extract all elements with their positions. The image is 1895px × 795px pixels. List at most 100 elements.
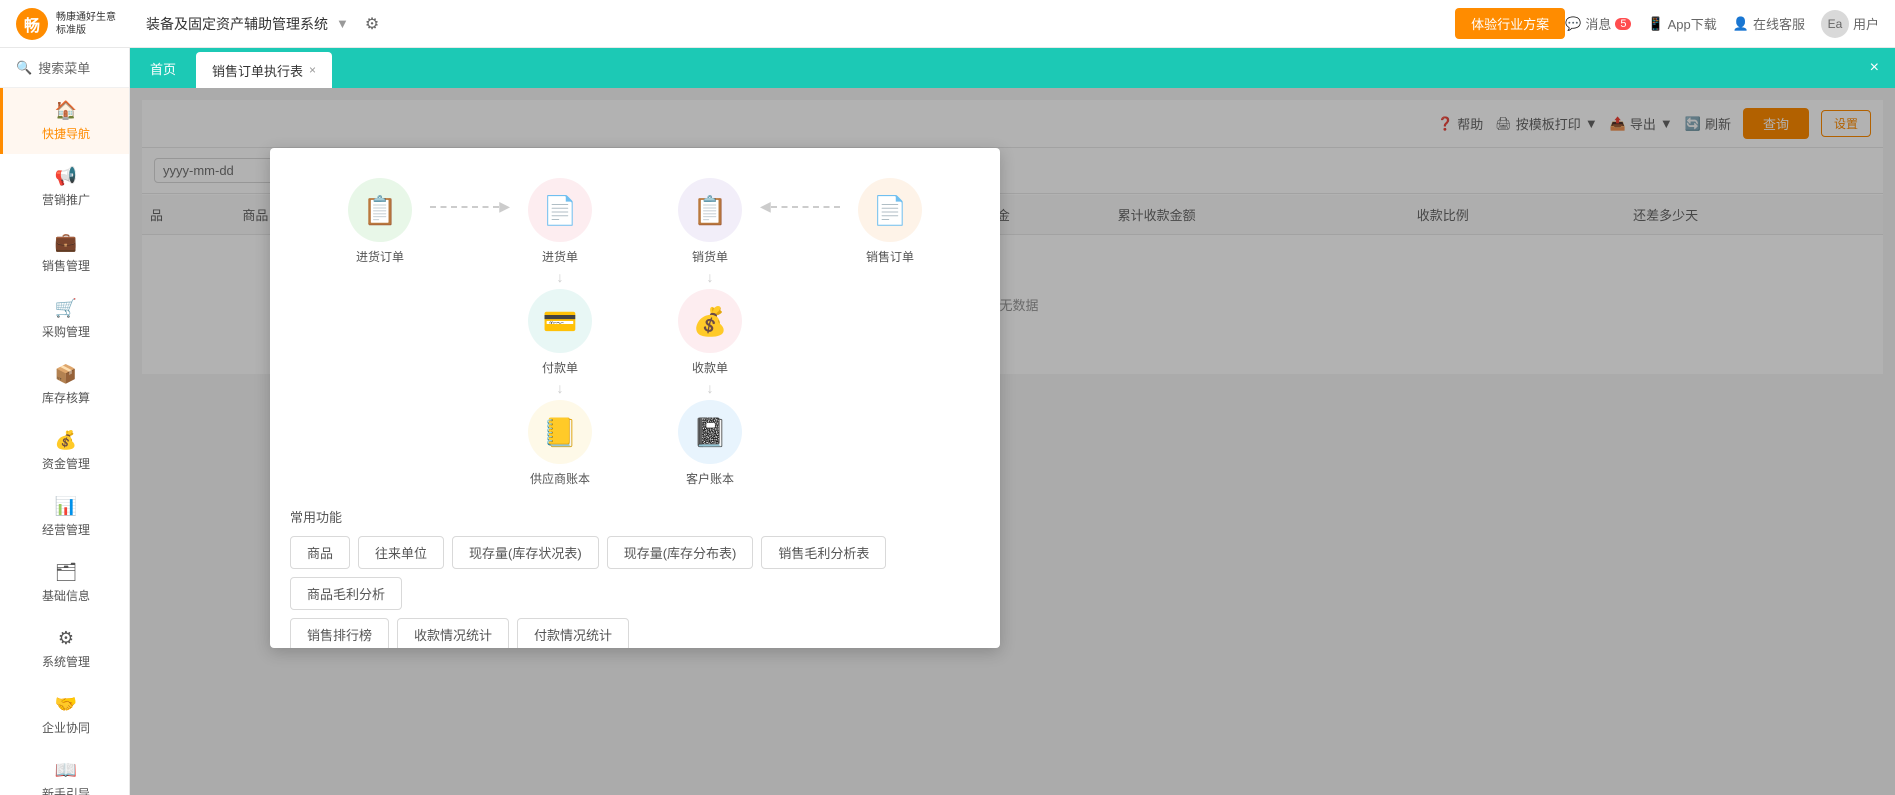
sales-order-node[interactable]: 📄 销售订单 (840, 178, 940, 265)
spacer3-mid (610, 376, 660, 400)
content-area: 首页 销售订单执行表 × × ❓ 帮助 (130, 48, 1895, 795)
search-icon: 🔍 (16, 60, 32, 76)
user-item[interactable]: Ea 用户 (1821, 10, 1879, 38)
sales-order-icon: 📄 (873, 194, 908, 227)
arrow-down-row: ↓ ↓ (310, 265, 960, 289)
sales-bill-node[interactable]: 📋 销货单 (660, 178, 760, 265)
func-btn-partner[interactable]: 往来单位 (358, 536, 444, 569)
sidebar-item-label-6: 经营管理 (42, 521, 90, 538)
logo-icon: 畅 (16, 8, 48, 40)
down-arrow-receipt: ↓ (660, 265, 760, 289)
receipt-node[interactable]: 💰 收款单 (660, 289, 760, 376)
customer-ledger-node[interactable]: 📓 客户账本 (660, 400, 760, 487)
tab-close-main[interactable]: × (1854, 48, 1895, 88)
app-download-item[interactable]: 📱 App下载 (1647, 14, 1716, 33)
func-btn-payment-stats[interactable]: 付款情况统计 (517, 618, 629, 648)
online-service-label: 在线客服 (1753, 14, 1805, 33)
func-btn-product-margin[interactable]: 商品毛利分析 (290, 577, 402, 610)
sidebar-item-label-8: 系统管理 (42, 653, 90, 670)
service-icon: 👤 (1733, 16, 1749, 32)
finance-icon: 💰 (55, 430, 77, 451)
spacer-mid (610, 265, 660, 289)
tab-home[interactable]: 首页 (130, 48, 196, 88)
tab-bar: 首页 销售订单执行表 × × (130, 48, 1895, 88)
spacer3-right (760, 376, 940, 400)
func-btn-sales-rank[interactable]: 销售排行榜 (290, 618, 389, 648)
user-name: 用户 (1853, 14, 1879, 33)
func-buttons-row-1: 商品 往来单位 现存量(库存状况表) 现存量(库存分布表) 销售毛利分析表 商品… (290, 536, 980, 610)
app-download-label: App下载 (1668, 14, 1717, 33)
quick-nav-modal: 📋 进货订单 ▶ (270, 148, 1000, 648)
sidebar-item-sales[interactable]: 💼 销售管理 (0, 220, 129, 286)
spacer-col1 (330, 265, 430, 289)
customer-ledger-label: 客户账本 (686, 470, 734, 487)
dropdown-icon[interactable]: ▼ (336, 16, 349, 31)
sidebar-item-label-5: 资金管理 (42, 455, 90, 472)
workflow-row-3: 📒 供应商账本 📓 客户账本 (310, 400, 960, 487)
message-label: 消息 (1585, 14, 1611, 33)
online-service-item[interactable]: 👤 在线客服 (1733, 14, 1805, 33)
payment-node[interactable]: 💳 付款单 (510, 289, 610, 376)
payment-icon: 💳 (543, 305, 578, 338)
arrow-down-row-2: ↓ ↓ (310, 376, 960, 400)
search-menu[interactable]: 🔍 搜索菜单 (0, 48, 129, 88)
top-right: 💬 消息 5 📱 App下载 👤 在线客服 Ea 用户 (1565, 10, 1879, 38)
purchase-order-node[interactable]: 📋 进货订单 (330, 178, 430, 265)
guide-icon: 📖 (55, 760, 77, 781)
purchase-bill-label: 进货单 (542, 248, 578, 265)
sidebar-item-guide[interactable]: 📖 新手引导 (0, 748, 129, 795)
sidebar: 🔍 搜索菜单 🏠 快捷导航 📢 营销推广 💼 销售管理 🛒 采购管理 📦 (0, 48, 130, 795)
sales-bill-label: 销货单 (692, 248, 728, 265)
sales-order-label: 销售订单 (866, 248, 914, 265)
func-buttons-row-2: 销售排行榜 收款情况统计 付款情况统计 (290, 618, 980, 648)
sales-bill-icon: 📋 (693, 194, 728, 227)
supplier-ledger-node[interactable]: 📒 供应商账本 (510, 400, 610, 487)
sidebar-item-operations[interactable]: 📊 经营管理 (0, 484, 129, 550)
marketing-icon: 📢 (55, 166, 77, 187)
receipt-circle: 💰 (678, 289, 742, 353)
sidebar-item-label-7: 基础信息 (42, 587, 90, 604)
func-btn-sales-margin[interactable]: 销售毛利分析表 (761, 536, 886, 569)
system-title: 装备及固定资产辅助管理系统 ▼ ⚙ (146, 14, 1455, 34)
trial-button[interactable]: 体验行业方案 (1455, 8, 1565, 39)
sidebar-item-marketing[interactable]: 📢 营销推广 (0, 154, 129, 220)
sidebar-item-basic-info[interactable]: 🗂 基础信息 (0, 550, 129, 616)
tab-sales-execution[interactable]: 销售订单执行表 × (196, 52, 332, 88)
receipt-icon: 💰 (693, 305, 728, 338)
func-btn-product[interactable]: 商品 (290, 536, 350, 569)
sidebar-item-label-3: 采购管理 (42, 323, 90, 340)
inventory-icon: 📦 (55, 364, 77, 385)
purchase-bill-node[interactable]: 📄 进货单 (510, 178, 610, 265)
sidebar-item-enterprise[interactable]: 🤝 企业协同 (0, 682, 129, 748)
sidebar-item-quick-nav[interactable]: 🏠 快捷导航 (0, 88, 129, 154)
settings-icon[interactable]: ⚙ (365, 14, 379, 34)
download-icon: 📱 (1647, 16, 1663, 32)
common-functions-title: 常用功能 (290, 507, 980, 526)
workflow-row-1: 📋 进货订单 ▶ (310, 178, 960, 265)
arrow-1: ▶ (430, 198, 510, 215)
tab-close-icon[interactable]: × (309, 63, 316, 77)
supplier-ledger-label: 供应商账本 (530, 470, 590, 487)
func-btn-stock-status[interactable]: 现存量(库存状况表) (452, 536, 599, 569)
sales-order-circle: 📄 (858, 178, 922, 242)
top-bar: 畅 畅康通好生意 标准版 装备及固定资产辅助管理系统 ▼ ⚙ 体验行业方案 💬 … (0, 0, 1895, 48)
message-item[interactable]: 💬 消息 5 (1565, 14, 1631, 33)
sidebar-item-finance[interactable]: 💰 资金管理 (0, 418, 129, 484)
spacer-arrow1 (430, 265, 510, 289)
receipt-label: 收款单 (692, 359, 728, 376)
sidebar-item-inventory[interactable]: 📦 库存核算 (0, 352, 129, 418)
spacer3-left (330, 376, 510, 400)
system-icon: ⚙ (58, 628, 74, 649)
page-content: ❓ 帮助 🖨 按模板打印 ▼ 📤 导出 ▼ (130, 88, 1895, 795)
sidebar-item-system[interactable]: ⚙ 系统管理 (0, 616, 129, 682)
sidebar-item-purchase[interactable]: 🛒 采购管理 (0, 286, 129, 352)
sales-bill-circle: 📋 (678, 178, 742, 242)
modal-overlay: 📋 进货订单 ▶ (130, 88, 1895, 795)
workflow-row-2: 💳 付款单 💰 收款单 (310, 289, 960, 376)
func-btn-stock-dist[interactable]: 现存量(库存分布表) (607, 536, 754, 569)
down-arrow-customer: ↓ (660, 376, 760, 400)
purchase-order-icon: 📋 (363, 194, 398, 227)
logo-text: 畅康通好生意 标准版 (56, 11, 116, 37)
func-btn-receipt-stats[interactable]: 收款情况统计 (397, 618, 509, 648)
quick-nav-icon: 🏠 (55, 100, 77, 121)
